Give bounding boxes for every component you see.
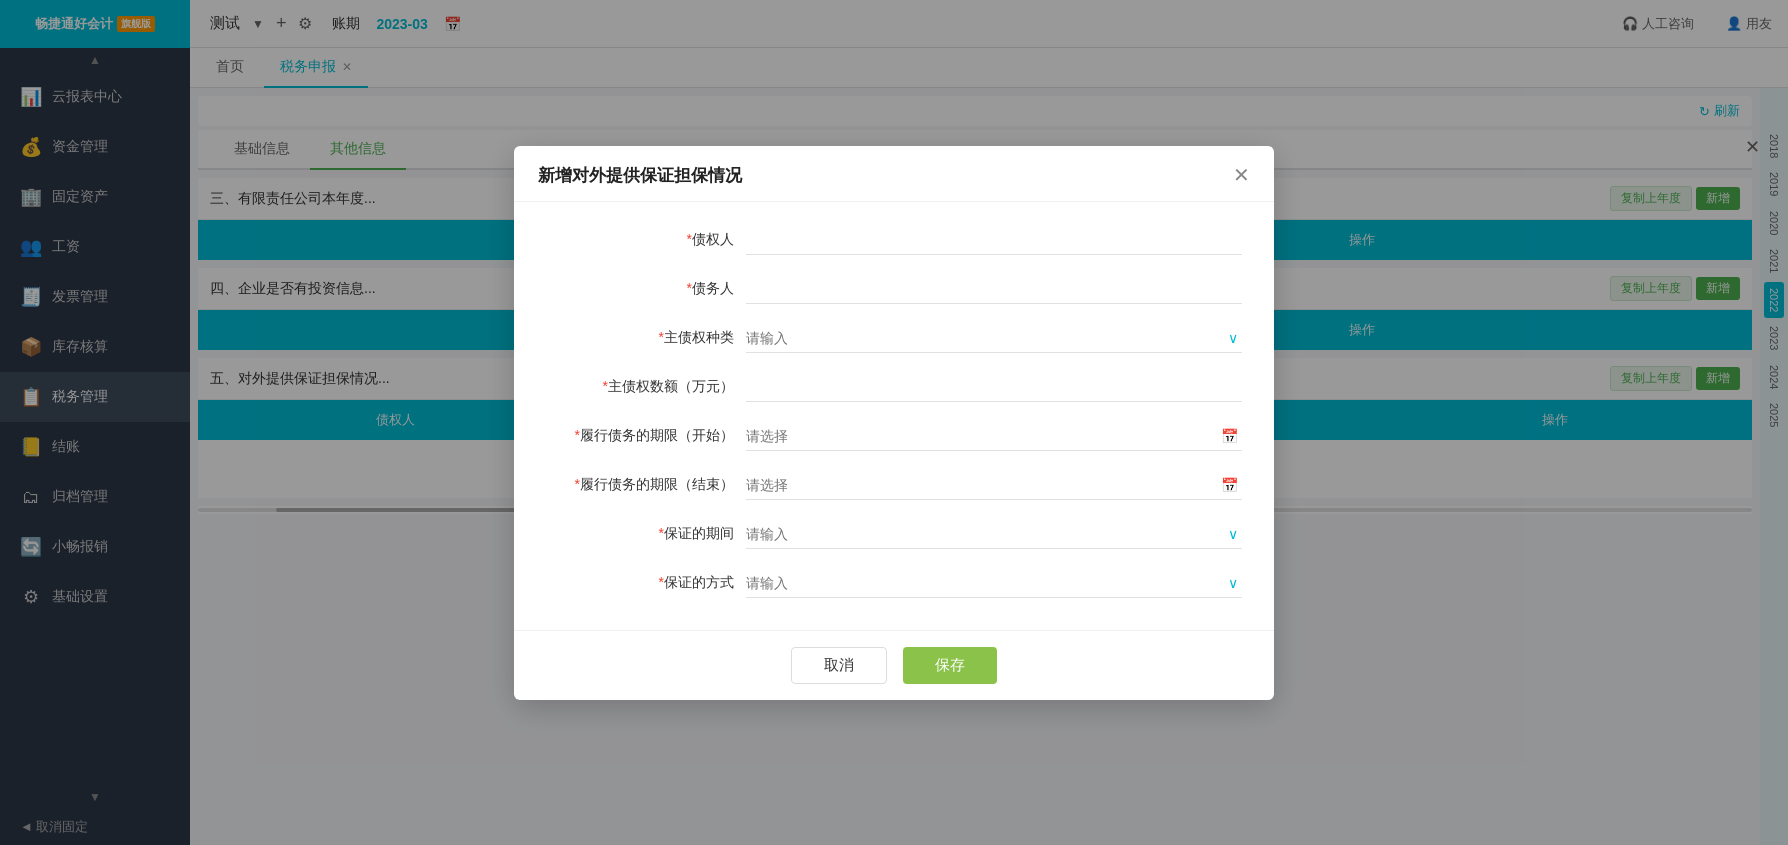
zhuzhaizhonglei-select-wrap: ∨ — [746, 324, 1242, 353]
calendar-end-icon[interactable]: 📅 — [1221, 477, 1238, 493]
modal-close-button[interactable]: ✕ — [1233, 165, 1250, 185]
form-row-zhuzhaishue: *主债权数额（万元） — [546, 373, 1242, 402]
modal-title: 新增对外提供保证担保情况 — [538, 164, 742, 187]
modal-header: 新增对外提供保证担保情况 ✕ — [514, 146, 1274, 202]
modal-overlay: 新增对外提供保证担保情况 ✕ *债权人 *债务人 * — [0, 0, 1788, 845]
baozhenqijian-select-wrap: ∨ — [746, 520, 1242, 549]
zhaiwuren-input[interactable] — [746, 275, 1242, 304]
zhaiquanren-label: *债权人 — [546, 231, 746, 249]
form-row-zhaiwuren: *债务人 — [546, 275, 1242, 304]
form-row-baozhenfangshi: *保证的方式 ∨ — [546, 569, 1242, 598]
zhuzhaizhonglei-label: *主债权种类 — [546, 329, 746, 347]
baozhenfangshi-select-wrap: ∨ — [746, 569, 1242, 598]
baozhenfangshi-label: *保证的方式 — [546, 574, 746, 592]
lxqixian-end-wrap: 📅 — [746, 471, 1242, 500]
zhuzhaizhonglei-select[interactable] — [746, 324, 1242, 352]
cancel-button[interactable]: 取消 — [791, 647, 887, 684]
zhuzhaishue-input[interactable] — [746, 373, 1242, 402]
lxqixian-start-wrap: 📅 — [746, 422, 1242, 451]
save-button[interactable]: 保存 — [903, 647, 997, 684]
baozhenqijian-label: *保证的期间 — [546, 525, 746, 543]
lxqixian-start-input[interactable] — [746, 422, 1242, 450]
zhaiquanren-input[interactable] — [746, 226, 1242, 255]
form-row-zhaiquanren: *债权人 — [546, 226, 1242, 255]
modal-body: *债权人 *债务人 *主债权种类 ∨ — [514, 202, 1274, 630]
zhuzhaishue-label: *主债权数额（万元） — [546, 378, 746, 396]
lxqixian-end-label: *履行债务的期限（结束） — [546, 476, 746, 494]
lxqixian-start-label: *履行债务的期限（开始） — [546, 427, 746, 445]
zhaiwuren-label: *债务人 — [546, 280, 746, 298]
form-row-zhuzhaizhonglei: *主债权种类 ∨ — [546, 324, 1242, 353]
form-row-baozhenqijian: *保证的期间 ∨ — [546, 520, 1242, 549]
baozhenqijian-select[interactable] — [746, 520, 1242, 548]
baozhenfangshi-select[interactable] — [746, 569, 1242, 597]
calendar-start-icon[interactable]: 📅 — [1221, 428, 1238, 444]
modal-footer: 取消 保存 — [514, 630, 1274, 700]
modal-dialog: 新增对外提供保证担保情况 ✕ *债权人 *债务人 * — [514, 146, 1274, 700]
form-row-lxqixian-start: *履行债务的期限（开始） 📅 — [546, 422, 1242, 451]
lxqixian-end-input[interactable] — [746, 471, 1242, 499]
form-row-lxqixian-end: *履行债务的期限（结束） 📅 — [546, 471, 1242, 500]
